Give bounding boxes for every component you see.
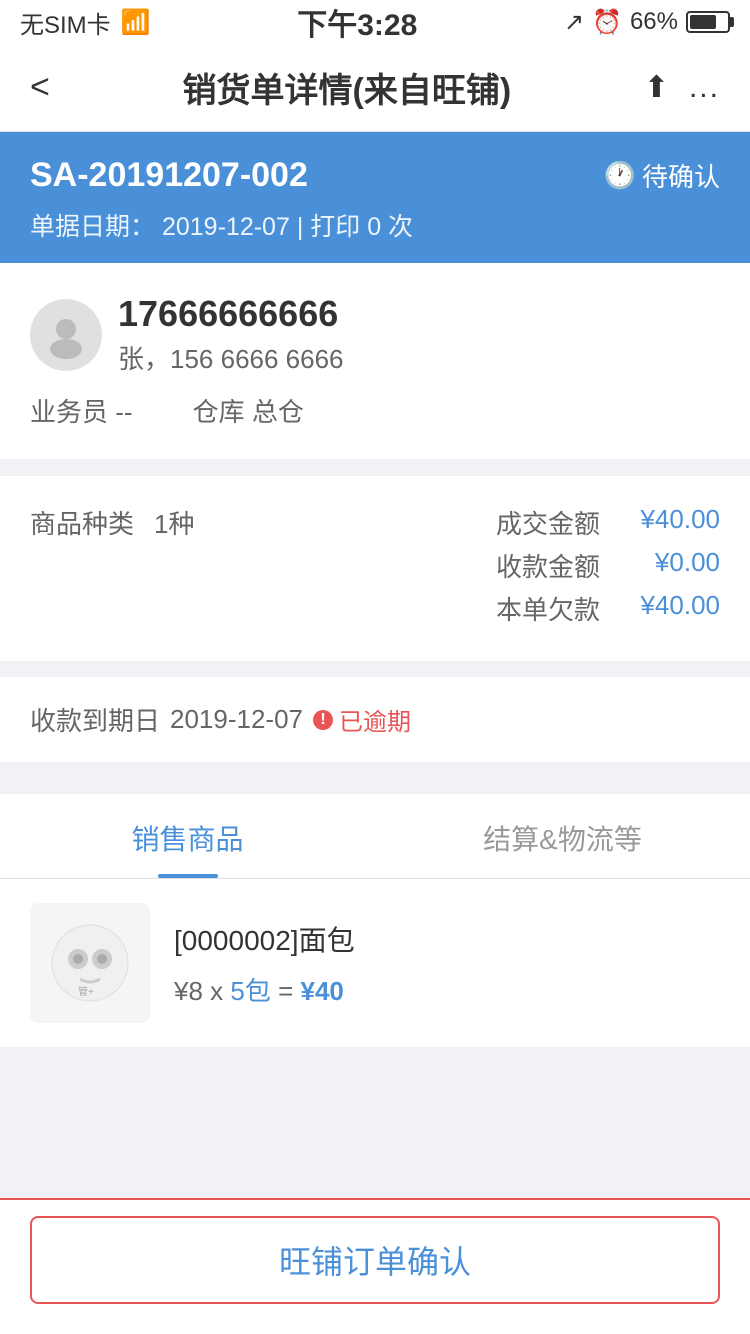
customer-info: 17666666666 张，156 6666 6666 xyxy=(118,293,344,376)
received-row: 收款金额 ¥0.00 xyxy=(496,547,720,584)
product-item: 管+ [0000002]面包 ¥8 x 5包 = ¥40 xyxy=(30,903,720,1023)
svg-text:管+: 管+ xyxy=(78,985,94,998)
received-label: 收款金额 xyxy=(496,547,600,584)
avatar xyxy=(30,299,102,371)
customer-name: 张，156 6666 6666 xyxy=(118,339,344,376)
salesperson-label: 业务员 xyxy=(30,397,108,427)
clock-icon: 🕐 xyxy=(604,160,636,191)
summary-right: 成交金额 ¥40.00 收款金额 ¥0.00 本单欠款 ¥40.00 xyxy=(496,504,720,633)
battery-fill xyxy=(690,15,716,29)
owed-value: ¥40.00 xyxy=(620,590,720,627)
alarm-icon: ⏰ xyxy=(592,8,622,37)
status-bar: 无SIM卡 📶 下午3:28 ↗ ⏰ 66% xyxy=(0,0,750,44)
received-value: ¥0.00 xyxy=(620,547,720,584)
divider-2 xyxy=(0,778,750,794)
status-bar-right: ↗ ⏰ 66% xyxy=(564,8,730,37)
salesperson-field: 业务员 -- xyxy=(30,392,133,429)
product-info: [0000002]面包 ¥8 x 5包 = ¥40 xyxy=(174,919,720,1008)
location-icon: ↗ xyxy=(564,8,584,37)
page-title: 销货单详情(来自旺铺) xyxy=(183,63,512,112)
owed-row: 本单欠款 ¥40.00 xyxy=(496,590,720,627)
tab-sales-products[interactable]: 销售商品 xyxy=(0,794,375,878)
product-thumbnail: 管+ xyxy=(30,903,150,1023)
product-total: ¥40 xyxy=(301,976,344,1006)
product-qty: 5包 xyxy=(230,976,270,1006)
status-bar-left: 无SIM卡 📶 xyxy=(20,5,151,40)
nav-bar: < 销货单详情(来自旺铺) ⬆ ... xyxy=(0,44,750,132)
salesperson-dash: -- xyxy=(115,397,132,427)
overdue-badge: ! 已逾期 xyxy=(313,702,411,737)
warehouse-field: 仓库 总仓 xyxy=(193,392,304,429)
summary-section: 商品种类 1种 成交金额 ¥40.00 收款金额 ¥0.00 本单欠款 ¥40.… xyxy=(0,476,750,661)
battery-percent: 66% xyxy=(630,8,678,36)
owed-label: 本单欠款 xyxy=(496,590,600,627)
customer-phone: 17666666666 xyxy=(118,293,344,335)
product-section: 管+ [0000002]面包 ¥8 x 5包 = ¥40 xyxy=(0,879,750,1047)
amount-row: 成交金额 ¥40.00 xyxy=(496,504,720,541)
wifi-icon: 📶 xyxy=(121,8,151,37)
back-button[interactable]: < xyxy=(30,68,50,107)
status-bar-time: 下午3:28 xyxy=(297,0,417,44)
summary-left: 商品种类 1种 xyxy=(30,504,496,541)
due-date-section: 收款到期日 2019-12-07 ! 已逾期 xyxy=(0,677,750,762)
warehouse-name: 总仓 xyxy=(252,397,304,427)
overdue-text: 已逾期 xyxy=(339,702,411,737)
confirm-btn-container: 旺铺订单确认 xyxy=(0,1198,750,1334)
order-status: 待确认 xyxy=(642,157,720,194)
product-name: [0000002]面包 xyxy=(174,919,720,959)
tabs-header: 销售商品 结算&物流等 xyxy=(0,794,750,879)
product-type-row: 商品种类 1种 xyxy=(30,504,496,541)
product-price: ¥8 x 5包 = ¥40 xyxy=(174,971,720,1008)
due-date-value: 2019-12-07 xyxy=(170,704,303,735)
more-icon[interactable]: ... xyxy=(689,71,720,105)
amount-label: 成交金额 xyxy=(496,504,600,541)
tabs-section: 销售商品 结算&物流等 xyxy=(0,794,750,879)
product-type-value: 1种 xyxy=(154,504,194,541)
header-card: SA-20191207-002 🕐 待确认 单据日期： 2019-12-07 |… xyxy=(0,132,750,263)
header-meta: 单据日期： 2019-12-07 | 打印 0 次 xyxy=(30,207,720,243)
product-type-label: 商品种类 xyxy=(30,504,134,541)
nav-right: ⬆ ... xyxy=(644,70,720,105)
order-id: SA-20191207-002 xyxy=(30,156,308,195)
battery-icon xyxy=(686,11,730,33)
customer-meta: 业务员 -- 仓库 总仓 xyxy=(30,392,720,429)
print-info: | 打印 0 次 xyxy=(297,213,413,241)
tab-settlement[interactable]: 结算&物流等 xyxy=(375,794,750,878)
order-date: 2019-12-07 xyxy=(162,213,290,241)
carrier-label: 无SIM卡 xyxy=(20,5,111,40)
overdue-icon: ! xyxy=(313,710,333,730)
due-date-label: 收款到期日 xyxy=(30,701,160,738)
share-icon[interactable]: ⬆ xyxy=(644,70,669,105)
customer-header: 17666666666 张，156 6666 6666 xyxy=(30,293,720,376)
amount-value: ¥40.00 xyxy=(620,504,720,541)
equals-icon: = xyxy=(278,976,293,1006)
customer-section: 17666666666 张，156 6666 6666 业务员 -- 仓库 总仓 xyxy=(0,263,750,459)
confirm-order-button[interactable]: 旺铺订单确认 xyxy=(30,1216,720,1304)
date-label: 单据日期： xyxy=(30,213,155,241)
multiply-icon: x xyxy=(210,976,223,1006)
status-badge: 🕐 待确认 xyxy=(604,157,720,194)
warehouse-label: 仓库 xyxy=(193,397,245,427)
header-card-top: SA-20191207-002 🕐 待确认 xyxy=(30,156,720,195)
unit-price: ¥8 xyxy=(174,976,203,1006)
